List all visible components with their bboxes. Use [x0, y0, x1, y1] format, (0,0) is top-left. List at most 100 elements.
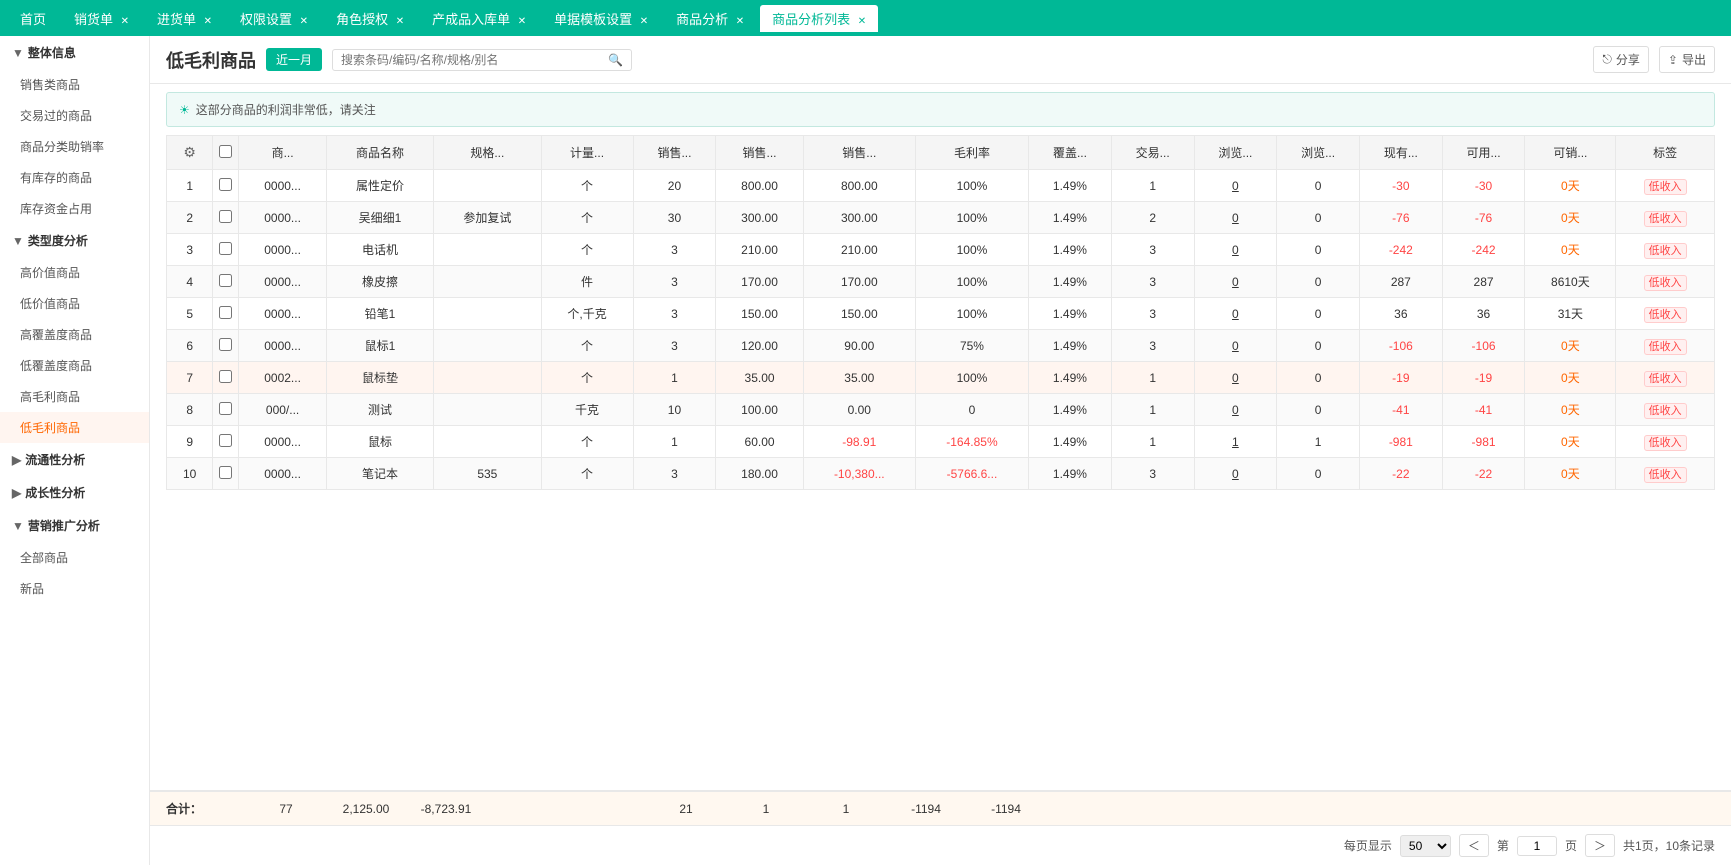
row-checkbox-10[interactable]	[213, 458, 239, 490]
row-view1-3[interactable]: 0	[1194, 234, 1277, 266]
sidebar-item-stock-products[interactable]: 有库存的商品	[0, 162, 149, 193]
sidebar-section-growth-label: 成长性分析	[25, 484, 85, 501]
select-all-checkbox[interactable]	[219, 145, 232, 158]
row-tag-6: 低收入	[1616, 330, 1715, 362]
row-available-stock-3: -242	[1442, 234, 1525, 266]
close-purchase-icon[interactable]: ✕	[204, 16, 212, 27]
sidebar-item-low-coverage[interactable]: 低覆盖度商品	[0, 350, 149, 381]
nav-item-products[interactable]: 产成品入库单 ✕	[420, 5, 538, 32]
row-view1-4[interactable]: 0	[1194, 266, 1277, 298]
sidebar-item-low-value[interactable]: 低价值商品	[0, 288, 149, 319]
view1-link-3[interactable]: 0	[1232, 243, 1239, 257]
row-checkbox-2[interactable]	[213, 202, 239, 234]
share-button[interactable]: ⎋ 分享	[1593, 46, 1649, 73]
sidebar-section-flow[interactable]: ▶ 流通性分析	[0, 443, 149, 476]
sidebar-item-traded-products[interactable]: 交易过的商品	[0, 100, 149, 131]
row-checkbox-4[interactable]	[213, 266, 239, 298]
sidebar-section-overall[interactable]: ▼ 整体信息	[0, 36, 149, 69]
col-gross-margin[interactable]: 毛利率	[915, 136, 1028, 170]
sidebar-item-all-products[interactable]: 全部商品	[0, 542, 149, 573]
sidebar-item-sales-products[interactable]: 销售类商品	[0, 69, 149, 100]
col-sales-amount[interactable]: 销售...	[803, 136, 915, 170]
sidebar-item-high-coverage[interactable]: 高覆盖度商品	[0, 319, 149, 350]
row-checkbox-3[interactable]	[213, 234, 239, 266]
row-checkbox-5[interactable]	[213, 298, 239, 330]
close-roles-icon[interactable]: ✕	[396, 16, 404, 27]
nav-item-analysis-list[interactable]: 商品分析列表 ✕	[760, 5, 878, 32]
search-input[interactable]	[341, 53, 608, 67]
close-products-icon[interactable]: ✕	[518, 16, 526, 27]
view1-link-1[interactable]: 0	[1232, 179, 1239, 193]
sidebar-section-marketing[interactable]: ▼ 营销推广分析	[0, 509, 149, 542]
prev-page-btn[interactable]: ＜	[1459, 834, 1489, 857]
sidebar-item-new-products[interactable]: 新品	[0, 573, 149, 604]
close-templates-icon[interactable]: ✕	[640, 16, 648, 27]
col-code[interactable]: 商...	[239, 136, 326, 170]
col-checkbox[interactable]	[213, 136, 239, 170]
sidebar-item-low-margin[interactable]: 低毛利商品	[0, 412, 149, 443]
export-button[interactable]: ⇪ 导出	[1659, 46, 1715, 73]
search-icon[interactable]: 🔍	[608, 53, 623, 67]
sidebar-section-type-analysis[interactable]: ▼ 类型度分析	[0, 224, 149, 257]
row-view1-10[interactable]: 0	[1194, 458, 1277, 490]
row-checkbox-9[interactable]	[213, 426, 239, 458]
page-size-select[interactable]: 50 20 100	[1400, 835, 1451, 857]
sidebar-item-high-margin[interactable]: 高毛利商品	[0, 381, 149, 412]
row-name-2: 吴细细1	[326, 202, 433, 234]
view1-link-6[interactable]: 0	[1232, 339, 1239, 353]
row-checkbox-7[interactable]	[213, 362, 239, 394]
close-analysis-icon[interactable]: ✕	[736, 16, 744, 27]
col-view2[interactable]: 浏览...	[1277, 136, 1360, 170]
view1-link-5[interactable]: 0	[1232, 307, 1239, 321]
sidebar-item-stock-capital[interactable]: 库存资金占用	[0, 193, 149, 224]
page-number-input[interactable]	[1517, 836, 1557, 856]
view1-link-8[interactable]: 0	[1232, 403, 1239, 417]
row-view1-1[interactable]: 0	[1194, 170, 1277, 202]
row-checkbox-1[interactable]	[213, 170, 239, 202]
row-view1-7[interactable]: 0	[1194, 362, 1277, 394]
col-view1[interactable]: 浏览...	[1194, 136, 1277, 170]
nav-item-roles[interactable]: 角色授权 ✕	[324, 5, 416, 32]
close-permissions-icon[interactable]: ✕	[300, 16, 308, 27]
nav-item-home[interactable]: 首页	[8, 5, 58, 32]
view1-link-2[interactable]: 0	[1232, 211, 1239, 225]
col-name[interactable]: 商品名称	[326, 136, 433, 170]
view1-link-4[interactable]: 0	[1232, 275, 1239, 289]
view1-link-9[interactable]: 1	[1232, 435, 1239, 449]
col-tag[interactable]: 标签	[1616, 136, 1715, 170]
col-available-stock[interactable]: 可用...	[1442, 136, 1525, 170]
close-sales-icon[interactable]: ✕	[121, 16, 129, 27]
nav-item-purchase[interactable]: 进货单 ✕	[145, 5, 224, 32]
nav-item-analysis[interactable]: 商品分析 ✕	[664, 5, 756, 32]
row-view1-9[interactable]: 1	[1194, 426, 1277, 458]
nav-item-sales[interactable]: 销货单 ✕	[62, 5, 141, 32]
col-settings[interactable]: ⚙	[167, 136, 213, 170]
table-container[interactable]: ⚙ 商... 商品名称 规格... 计量... 销售... 销售... 销售..…	[150, 135, 1731, 790]
col-spec[interactable]: 规格...	[434, 136, 541, 170]
close-analysis-list-icon[interactable]: ✕	[858, 16, 866, 27]
settings-icon[interactable]: ⚙	[183, 144, 196, 160]
row-view1-5[interactable]: 0	[1194, 298, 1277, 330]
sidebar-item-category-rate[interactable]: 商品分类助销率	[0, 131, 149, 162]
row-view1-8[interactable]: 0	[1194, 394, 1277, 426]
col-sales-price[interactable]: 销售...	[716, 136, 803, 170]
view1-link-10[interactable]: 0	[1232, 467, 1239, 481]
col-unit[interactable]: 计量...	[541, 136, 633, 170]
next-page-btn[interactable]: ＞	[1585, 834, 1615, 857]
sidebar-item-high-value[interactable]: 高价值商品	[0, 257, 149, 288]
nav-item-templates[interactable]: 单据模板设置 ✕	[542, 5, 660, 32]
footer-sales-price: 2,125.00	[326, 802, 406, 816]
col-trade-count[interactable]: 交易...	[1111, 136, 1194, 170]
col-current-stock[interactable]: 现有...	[1359, 136, 1442, 170]
filter-btn[interactable]: 近一月	[266, 48, 322, 71]
sidebar-section-growth[interactable]: ▶ 成长性分析	[0, 476, 149, 509]
row-checkbox-8[interactable]	[213, 394, 239, 426]
col-coverage[interactable]: 覆盖...	[1029, 136, 1112, 170]
row-view1-2[interactable]: 0	[1194, 202, 1277, 234]
col-salable-stock[interactable]: 可销...	[1525, 136, 1616, 170]
col-sales-qty[interactable]: 销售...	[633, 136, 716, 170]
view1-link-7[interactable]: 0	[1232, 371, 1239, 385]
row-view1-6[interactable]: 0	[1194, 330, 1277, 362]
nav-item-permissions[interactable]: 权限设置 ✕	[228, 5, 320, 32]
row-checkbox-6[interactable]	[213, 330, 239, 362]
